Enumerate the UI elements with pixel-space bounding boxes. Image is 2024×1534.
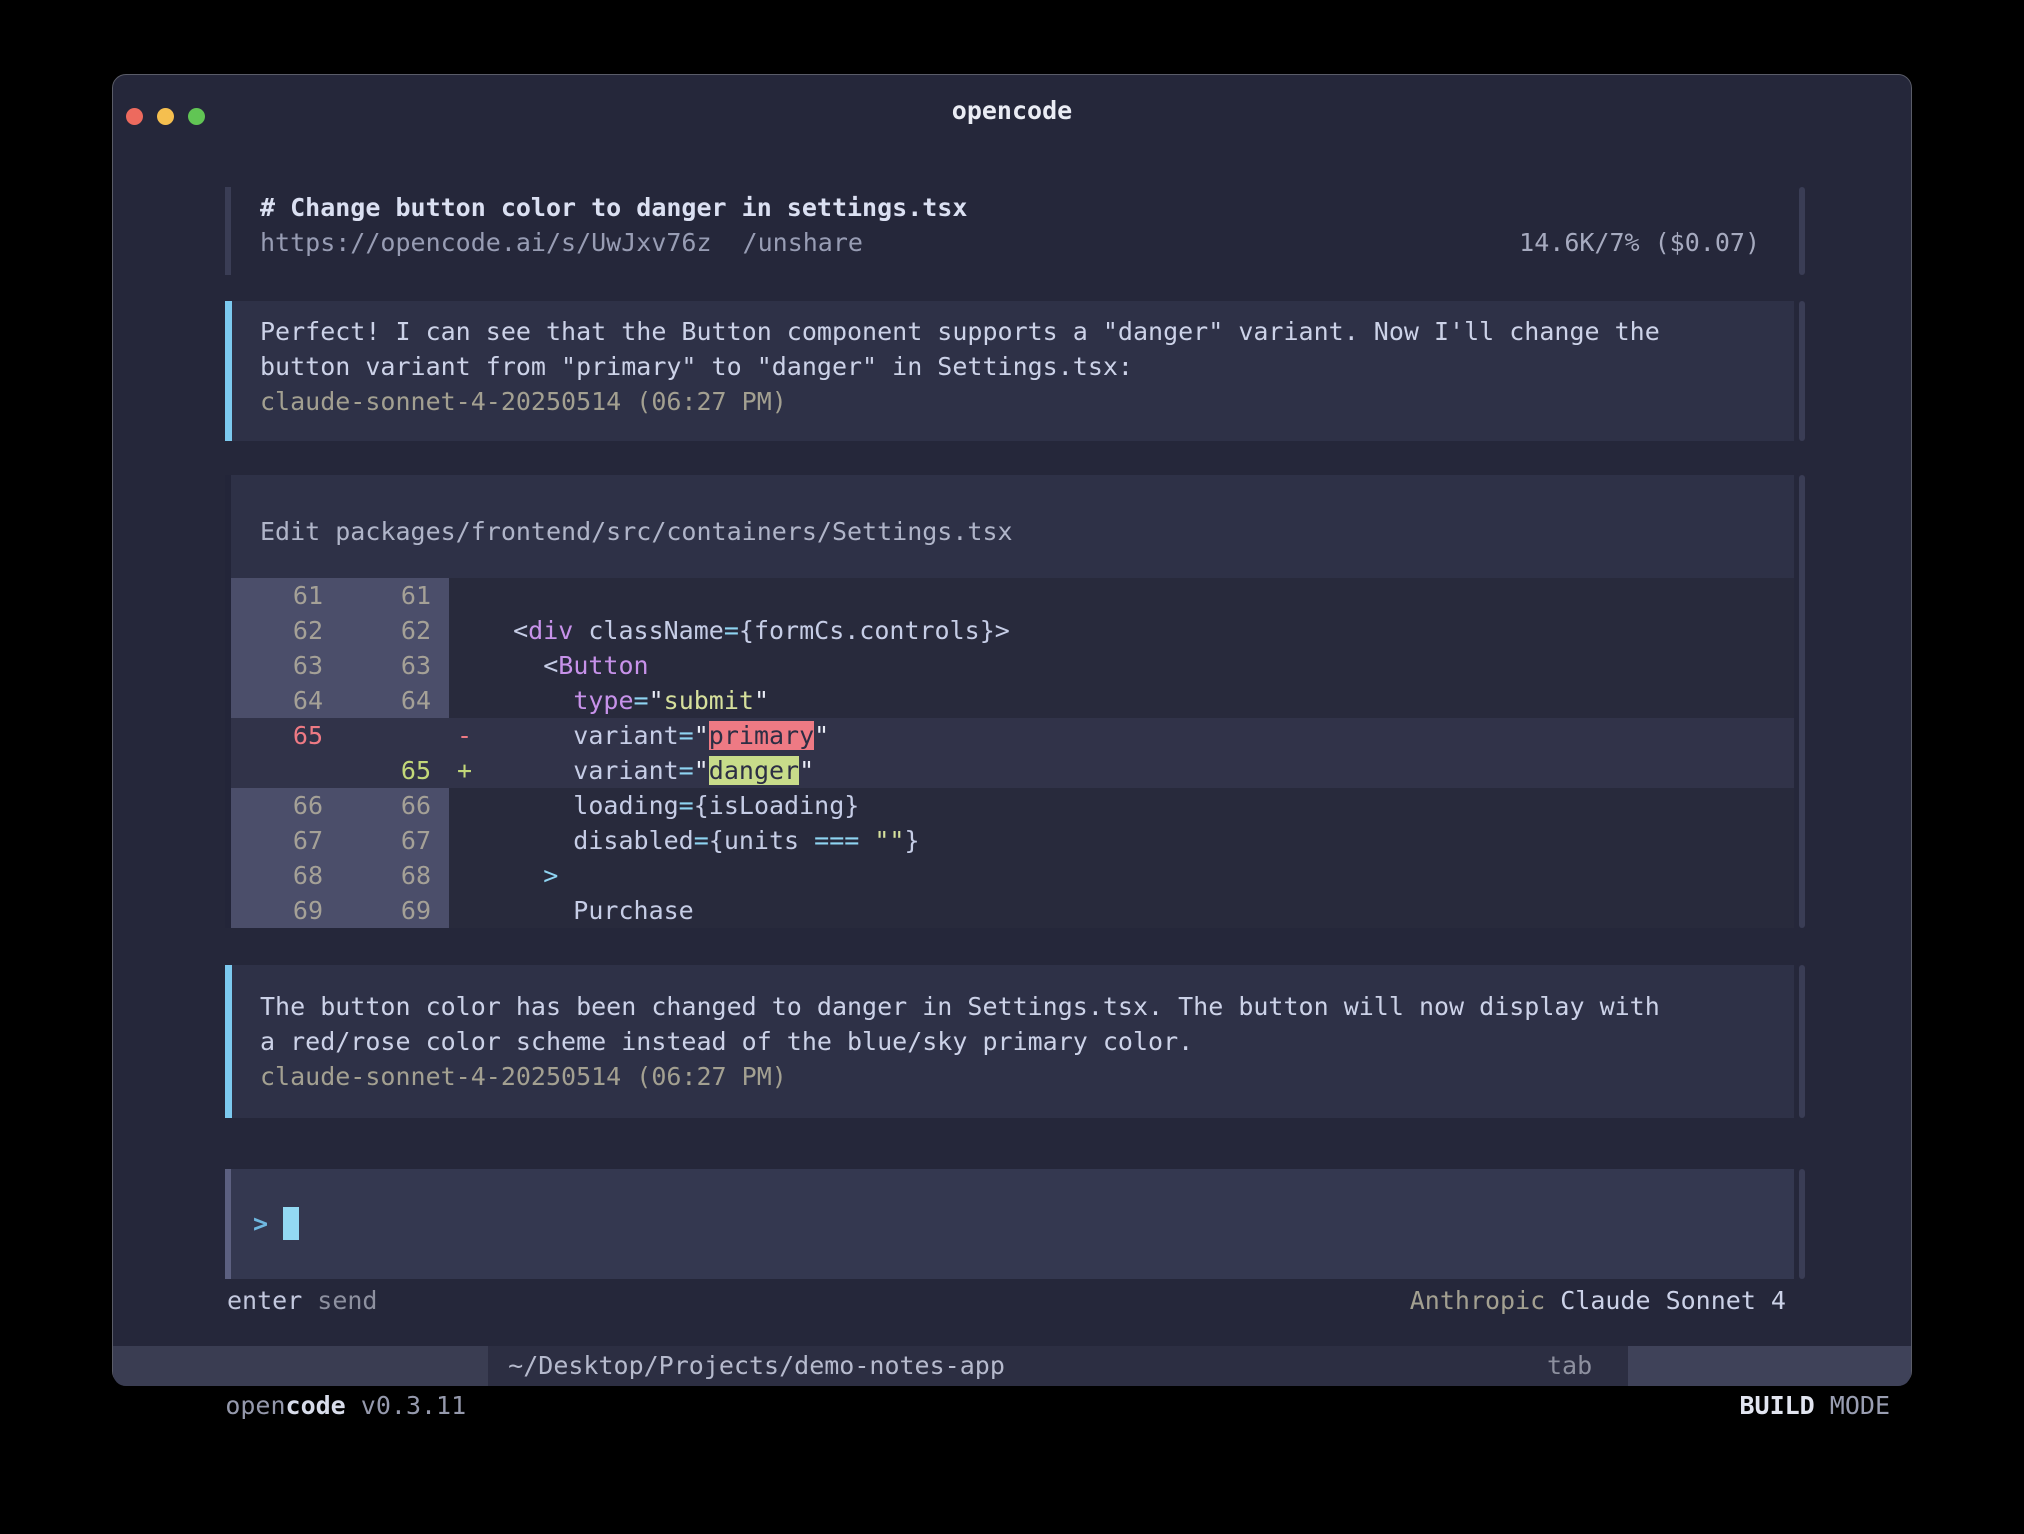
model-info: claude-sonnet-4-20250514 (06:27 PM) bbox=[260, 1059, 1794, 1094]
diff-line-numbers: 6767 bbox=[231, 823, 449, 858]
diff-row: 6161 bbox=[231, 578, 1794, 613]
text-cursor bbox=[283, 1207, 299, 1240]
diff-marker bbox=[449, 683, 483, 718]
diff-row: 6767 disabled={units === ""} bbox=[231, 823, 1794, 858]
diff-line-numbers: 65 bbox=[231, 718, 449, 753]
session-title: # Change button color to danger in setti… bbox=[260, 190, 1760, 225]
diff-row: 65- variant="primary" bbox=[231, 718, 1794, 753]
assistant-message-2: The button color has been changed to dan… bbox=[225, 965, 1794, 1118]
diff-code-line: <Button bbox=[483, 648, 1794, 683]
diff-row: 6363 <Button bbox=[231, 648, 1794, 683]
titlebar: opencode bbox=[113, 75, 1911, 137]
diff-code-line bbox=[483, 578, 1794, 613]
enter-key-hint: enter bbox=[227, 1283, 302, 1318]
diff-marker bbox=[449, 648, 483, 683]
app-name-bold: code bbox=[286, 1391, 346, 1420]
session-subline: https://opencode.ai/s/UwJxv76z /unshare … bbox=[260, 225, 1760, 260]
share-url[interactable]: https://opencode.ai/s/UwJxv76z bbox=[260, 225, 712, 260]
diff-marker: + bbox=[449, 753, 483, 788]
diff-marker bbox=[449, 823, 483, 858]
window-title: opencode bbox=[113, 96, 1911, 125]
app-version: v0.3.11 bbox=[346, 1391, 466, 1420]
diff-code-line: loading={isLoading} bbox=[483, 788, 1794, 823]
diff-marker bbox=[449, 788, 483, 823]
session-header: # Change button color to danger in setti… bbox=[225, 187, 1794, 275]
diff-code-line: <div className={formCs.controls}> bbox=[483, 613, 1794, 648]
diff-code-line: Purchase bbox=[483, 893, 1794, 928]
prompt-symbol: > bbox=[253, 1209, 268, 1238]
message-text: Perfect! I can see that the Button compo… bbox=[260, 314, 1794, 349]
diff-marker bbox=[449, 578, 483, 613]
diff-line-numbers: 6262 bbox=[231, 613, 449, 648]
diff-row: 6969 Purchase bbox=[231, 893, 1794, 928]
diff-line-numbers: 6363 bbox=[231, 648, 449, 683]
diff-code-line: variant="danger" bbox=[483, 753, 1794, 788]
diff-row: 6868 > bbox=[231, 858, 1794, 893]
diff-code-line: type="submit" bbox=[483, 683, 1794, 718]
hint-bar: enter send Anthropic Claude Sonnet 4 bbox=[225, 1283, 1794, 1318]
opencode-window: opencode # Change button color to danger… bbox=[112, 74, 1912, 1385]
assistant-message-1: Perfect! I can see that the Button compo… bbox=[225, 301, 1794, 441]
diff-row: 6262 <div className={formCs.controls}> bbox=[231, 613, 1794, 648]
app-version-segment: opencode v0.3.11 bbox=[113, 1346, 488, 1386]
mode-badge: BUILD MODE bbox=[1628, 1346, 1911, 1386]
message-text: The button color has been changed to dan… bbox=[260, 989, 1794, 1024]
diff-code-line: variant="primary" bbox=[483, 718, 1794, 753]
diff-line-numbers: 65 bbox=[231, 753, 449, 788]
diff-marker: - bbox=[449, 718, 483, 753]
spacer bbox=[863, 225, 1519, 260]
spacer bbox=[1005, 1346, 1547, 1386]
message-text: a red/rose color scheme instead of the b… bbox=[260, 1024, 1794, 1059]
diff-code-line: > bbox=[483, 858, 1794, 893]
diff-line-numbers: 6464 bbox=[231, 683, 449, 718]
status-bar: opencode v0.3.11 ~/Desktop/Projects/demo… bbox=[113, 1346, 1911, 1386]
token-usage: 14.6K/7% ($0.07) bbox=[1519, 225, 1760, 260]
tab-key-hint[interactable]: tab bbox=[1547, 1346, 1592, 1386]
send-action-hint: send bbox=[317, 1283, 377, 1318]
diff-row: 6666 loading={isLoading} bbox=[231, 788, 1794, 823]
diff-code-line: disabled={units === ""} bbox=[483, 823, 1794, 858]
mode-name: BUILD bbox=[1739, 1391, 1814, 1420]
diff-line-numbers: 6969 bbox=[231, 893, 449, 928]
diff-line-numbers: 6868 bbox=[231, 858, 449, 893]
working-directory: ~/Desktop/Projects/demo-notes-app bbox=[508, 1346, 1005, 1386]
model-info: claude-sonnet-4-20250514 (06:27 PM) bbox=[260, 384, 1794, 419]
diff-marker bbox=[449, 858, 483, 893]
prompt-input[interactable]: > bbox=[225, 1169, 1794, 1279]
provider-label: Anthropic bbox=[1410, 1283, 1545, 1318]
edit-tool-card: Edit packages/frontend/src/containers/Se… bbox=[225, 475, 1794, 928]
diff-marker bbox=[449, 893, 483, 928]
app-name-normal: open bbox=[225, 1391, 285, 1420]
message-text: button variant from "primary" to "danger… bbox=[260, 349, 1794, 384]
edit-tool-title: Edit packages/frontend/src/containers/Se… bbox=[231, 475, 1794, 549]
diff-line-numbers: 6666 bbox=[231, 788, 449, 823]
diff-view: 61616262 <div className={formCs.controls… bbox=[231, 578, 1794, 928]
unshare-command[interactable]: /unshare bbox=[743, 225, 863, 260]
mode-suffix: MODE bbox=[1815, 1391, 1890, 1420]
spacer bbox=[377, 1283, 1409, 1318]
diff-row: 6464 type="submit" bbox=[231, 683, 1794, 718]
diff-marker bbox=[449, 613, 483, 648]
diff-row: 65+ variant="danger" bbox=[231, 753, 1794, 788]
diff-line-numbers: 6161 bbox=[231, 578, 449, 613]
model-label: Claude Sonnet 4 bbox=[1560, 1283, 1786, 1318]
